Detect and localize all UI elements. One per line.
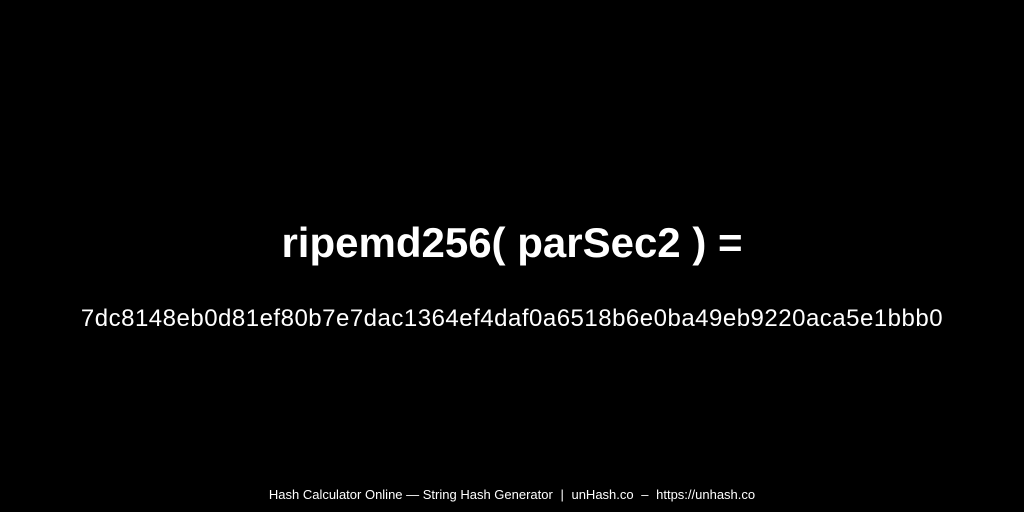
footer-url: https://unhash.co	[656, 487, 755, 502]
footer-site-name: unHash.co	[571, 487, 633, 502]
footer-separator: |	[560, 487, 563, 502]
hash-expression: ripemd256( parSec2 ) =	[281, 219, 742, 267]
footer-dash: –	[641, 487, 648, 502]
main-content: ripemd256( parSec2 ) = 7dc8148eb0d81ef80…	[81, 0, 943, 512]
hash-result: 7dc8148eb0d81ef80b7e7dac1364ef4daf0a6518…	[81, 305, 943, 333]
footer: Hash Calculator Online — String Hash Gen…	[0, 487, 1024, 502]
footer-tagline: Hash Calculator Online — String Hash Gen…	[269, 487, 553, 502]
